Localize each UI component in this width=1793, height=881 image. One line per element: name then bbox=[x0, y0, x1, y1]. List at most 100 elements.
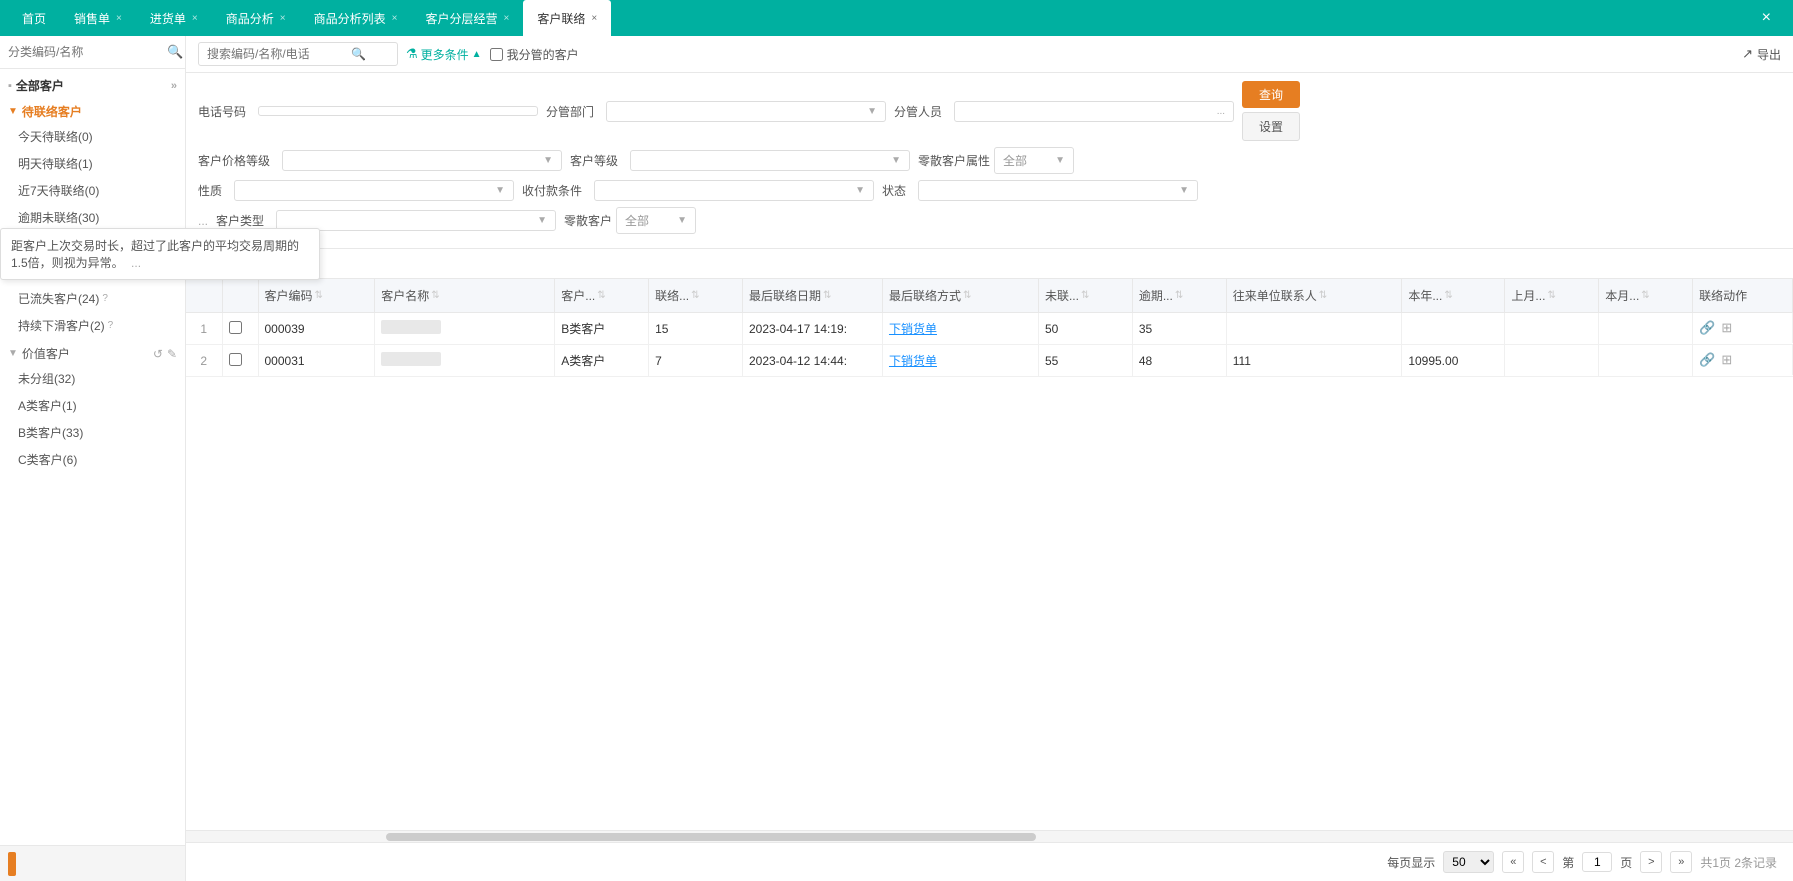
gender-select[interactable]: ▼ bbox=[234, 180, 514, 201]
nav-home[interactable]: 首页 bbox=[8, 0, 60, 36]
sort-no-contact-icon[interactable]: ⇅ bbox=[1081, 290, 1089, 301]
customer-grade-select[interactable]: ▼ bbox=[630, 150, 910, 171]
sidebar-item-ungrouped[interactable]: 未分组(32) bbox=[0, 365, 185, 392]
sidebar-bottom-bar bbox=[0, 845, 185, 881]
cell-last-method-1[interactable]: 下销货单 bbox=[882, 345, 1038, 377]
first-page-btn[interactable]: « bbox=[1502, 851, 1524, 873]
close-purchase-tab[interactable]: × bbox=[192, 13, 198, 24]
cell-checkbox-0[interactable] bbox=[222, 313, 258, 345]
th-overdue: 逾期... ⇅ bbox=[1132, 279, 1226, 313]
nav-product-analysis-list[interactable]: 商品分析列表 × bbox=[300, 0, 412, 36]
th-index bbox=[186, 279, 222, 313]
sort-name-icon[interactable]: ⇅ bbox=[431, 290, 439, 301]
filter-icon: ⚗ bbox=[406, 46, 418, 62]
close-product-analysis-list-tab[interactable]: × bbox=[392, 13, 398, 24]
nav-customer-contact[interactable]: 客户联络 × bbox=[523, 0, 611, 36]
zero-customer-select[interactable]: 全部 ▼ bbox=[616, 207, 696, 234]
sidebar-search-icon[interactable]: 🔍 bbox=[167, 44, 183, 60]
nav-sales[interactable]: 销售单 × bbox=[60, 0, 136, 36]
settings-button[interactable]: 设置 bbox=[1242, 112, 1300, 141]
price-grade-select[interactable]: ▼ bbox=[282, 150, 562, 171]
status-select[interactable]: ▼ bbox=[918, 180, 1198, 201]
my-customers-checkbox[interactable] bbox=[490, 48, 503, 61]
sidebar-item-overdue[interactable]: 逾期未联络(30) bbox=[0, 204, 185, 231]
sort-overdue-icon[interactable]: ⇅ bbox=[1175, 290, 1183, 301]
cell-index-1: 2 bbox=[186, 345, 222, 377]
sidebar-item-7days[interactable]: 近7天待联络(0) bbox=[0, 177, 185, 204]
sidebar-item-class-b[interactable]: B类客户(33) bbox=[0, 419, 185, 446]
close-customer-contact-tab[interactable]: × bbox=[591, 13, 597, 24]
search-icon[interactable]: 🔍 bbox=[351, 47, 366, 61]
close-product-analysis-tab[interactable]: × bbox=[280, 13, 286, 24]
phone-label: 电话号码 bbox=[198, 103, 246, 120]
customer-type-label: 客户类型 bbox=[216, 212, 264, 229]
cell-grade-1: A类客户 bbox=[555, 345, 649, 377]
close-sales-tab[interactable]: × bbox=[116, 13, 122, 24]
sort-last-date-icon[interactable]: ⇅ bbox=[823, 290, 831, 301]
sort-company-contact-icon[interactable]: ⇅ bbox=[1319, 290, 1327, 301]
table-header-row: 客户编码 ⇅ 客户名称 ⇅ 客户... bbox=[186, 279, 1793, 313]
sort-this-month-icon[interactable]: ⇅ bbox=[1641, 290, 1649, 301]
row-checkbox-1[interactable] bbox=[229, 353, 242, 366]
window-close-btn[interactable]: × bbox=[1748, 9, 1785, 27]
sort-code-icon[interactable]: ⇅ bbox=[315, 290, 323, 301]
nav-product-analysis[interactable]: 商品分析 × bbox=[212, 0, 300, 36]
cell-checkbox-1[interactable] bbox=[222, 345, 258, 377]
nav-purchase[interactable]: 进货单 × bbox=[136, 0, 212, 36]
more-filter-dots[interactable]: ... bbox=[198, 214, 208, 228]
sidebar-item-class-c[interactable]: C类客户(6) bbox=[0, 446, 185, 473]
sort-contact-icon[interactable]: ⇅ bbox=[691, 290, 699, 301]
more-conditions-btn[interactable]: ⚗ 更多条件 ▲ bbox=[406, 46, 482, 63]
department-select[interactable]: ▼ bbox=[606, 101, 886, 122]
per-page-select[interactable]: 102050100 bbox=[1443, 851, 1494, 873]
th-last-month: 上月... ⇅ bbox=[1505, 279, 1599, 313]
search-input[interactable] bbox=[207, 47, 347, 61]
sidebar-item-today[interactable]: 今天待联络(0) bbox=[0, 123, 185, 150]
manager-dots: ... bbox=[1217, 106, 1225, 117]
manager-label: 分管人员 bbox=[894, 103, 942, 120]
cell-contact-count-0: 15 bbox=[649, 313, 743, 345]
next-page-btn[interactable]: > bbox=[1640, 851, 1662, 873]
horizontal-scrollbar[interactable] bbox=[186, 830, 1793, 842]
cell-name-1 bbox=[375, 345, 555, 377]
my-customers-checkbox-area: 我分管的客户 bbox=[490, 46, 579, 63]
cell-last-method-0[interactable]: 下销货单 bbox=[882, 313, 1038, 345]
query-button[interactable]: 查询 bbox=[1242, 81, 1300, 108]
sidebar-item-churned[interactable]: 已流失客户(24) ? bbox=[0, 285, 185, 312]
group2-edit-icon[interactable]: ✎ bbox=[167, 347, 177, 361]
prev-page-btn[interactable]: < bbox=[1532, 851, 1554, 873]
page-number-input[interactable] bbox=[1582, 852, 1612, 872]
sort-grade-icon[interactable]: ⇅ bbox=[597, 290, 605, 301]
sidebar-item-tomorrow[interactable]: 明天待联络(1) bbox=[0, 150, 185, 177]
zero-scatter-select[interactable]: 全部 ▼ bbox=[994, 147, 1074, 174]
export-btn[interactable]: ↗ 导出 bbox=[1742, 46, 1781, 63]
action-grid-icon-0[interactable]: ⊞ bbox=[1721, 320, 1732, 336]
table-toolbar: ⚙ bbox=[186, 249, 1793, 279]
phone-input[interactable] bbox=[258, 106, 538, 116]
sidebar-item-class-a[interactable]: A类客户(1) bbox=[0, 392, 185, 419]
cell-code-0: 000039 bbox=[258, 313, 375, 345]
customer-grade-chevron: ▼ bbox=[891, 155, 901, 166]
row-checkbox-0[interactable] bbox=[229, 321, 242, 334]
sidebar-item-declining[interactable]: 持续下滑客户(2) ? bbox=[0, 312, 185, 339]
cell-code-1: 000031 bbox=[258, 345, 375, 377]
action-link-icon-1[interactable]: 🔗 bbox=[1699, 352, 1715, 368]
sort-method-icon[interactable]: ⇅ bbox=[963, 290, 971, 301]
sidebar-collapse-btn[interactable]: » bbox=[171, 80, 177, 92]
nav-customer-tier[interactable]: 客户分层经营 × bbox=[411, 0, 523, 36]
payment-select[interactable]: ▼ bbox=[594, 180, 874, 201]
manager-select[interactable]: ... bbox=[954, 101, 1234, 122]
sort-last-month-icon[interactable]: ⇅ bbox=[1547, 290, 1555, 301]
last-page-btn[interactable]: » bbox=[1670, 851, 1692, 873]
cell-this-month-0 bbox=[1599, 313, 1693, 345]
action-grid-icon-1[interactable]: ⊞ bbox=[1721, 352, 1732, 368]
pending-contact-group: ▼ 待联络客户 bbox=[0, 98, 185, 123]
sort-this-year-icon[interactable]: ⇅ bbox=[1444, 290, 1452, 301]
export-icon: ↗ bbox=[1742, 46, 1753, 62]
th-name: 客户名称 ⇅ bbox=[375, 279, 555, 313]
group2-refresh-icon[interactable]: ↺ bbox=[153, 347, 163, 361]
scroll-thumb[interactable] bbox=[386, 833, 1036, 841]
action-link-icon-0[interactable]: 🔗 bbox=[1699, 320, 1715, 336]
sidebar-search-input[interactable] bbox=[8, 45, 163, 59]
close-customer-tier-tab[interactable]: × bbox=[503, 13, 509, 24]
